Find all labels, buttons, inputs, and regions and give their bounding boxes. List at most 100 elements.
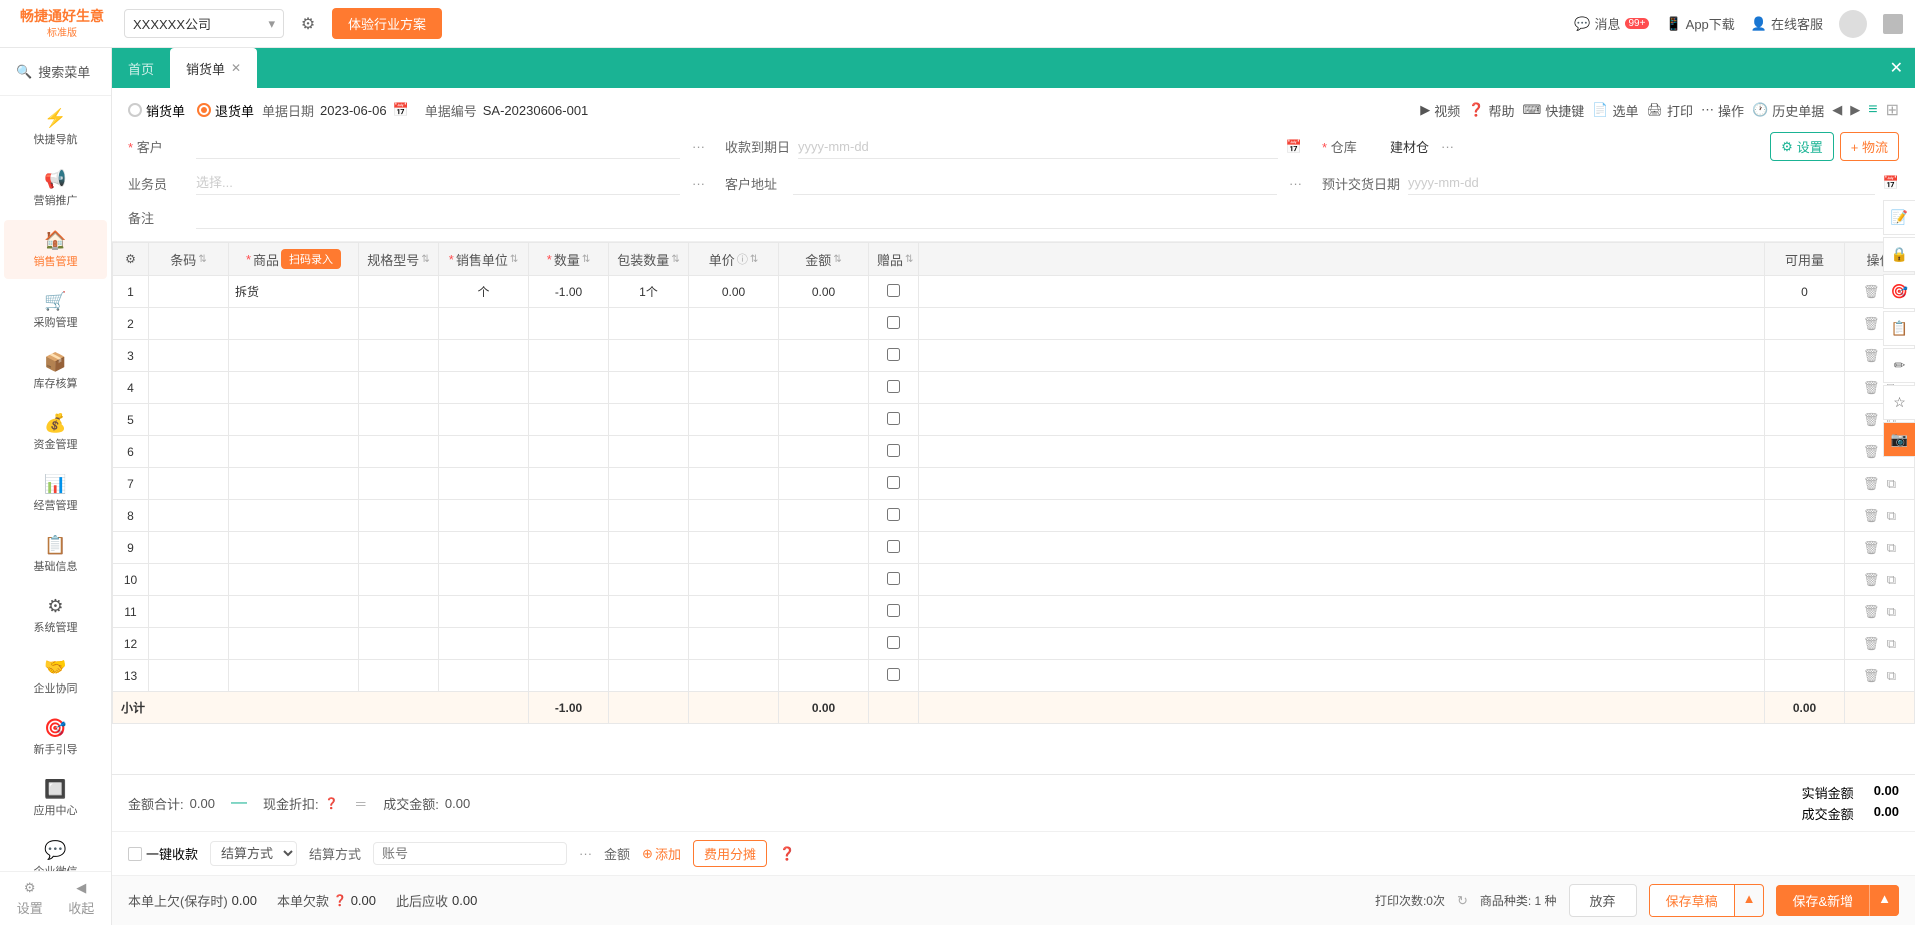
- cell-spec[interactable]: [359, 500, 439, 532]
- cell-pkg[interactable]: [609, 404, 689, 436]
- cell-pkg[interactable]: [609, 532, 689, 564]
- delete-icon[interactable]: 🗑: [1863, 348, 1880, 363]
- cell-price[interactable]: [689, 500, 779, 532]
- cell-price[interactable]: [689, 372, 779, 404]
- cell-memo[interactable]: [919, 596, 1765, 628]
- cell-memo[interactable]: [919, 532, 1765, 564]
- cell-unit[interactable]: [439, 468, 529, 500]
- cell-product[interactable]: [229, 532, 359, 564]
- cell-action[interactable]: 🗑 ⧉: [1845, 660, 1915, 692]
- cell-unit[interactable]: [439, 436, 529, 468]
- cell-gift[interactable]: [869, 276, 919, 308]
- delete-icon[interactable]: 🗑: [1863, 444, 1880, 459]
- cell-pkg[interactable]: [609, 340, 689, 372]
- cell-qty[interactable]: -1.00: [529, 276, 609, 308]
- cell-pkg[interactable]: [609, 468, 689, 500]
- cell-spec[interactable]: [359, 372, 439, 404]
- cell-unit[interactable]: [439, 372, 529, 404]
- add-button[interactable]: ⊕ 添加: [642, 844, 681, 863]
- save-new-button[interactable]: 保存&新增: [1776, 885, 1870, 916]
- setting-button[interactable]: ⚙ 设置: [1770, 132, 1834, 161]
- salesperson-more-icon[interactable]: ···: [692, 176, 705, 191]
- cell-qty[interactable]: [529, 596, 609, 628]
- cell-spec[interactable]: [359, 404, 439, 436]
- history-btn[interactable]: 🕐 历史单据: [1752, 101, 1824, 120]
- gift-checkbox[interactable]: [887, 412, 900, 425]
- sidebar-item-inventory[interactable]: 📦 库存核算: [4, 342, 107, 401]
- copy-icon[interactable]: ⧉: [1887, 476, 1896, 491]
- cell-amount[interactable]: [779, 660, 869, 692]
- delete-icon[interactable]: 🗑: [1863, 636, 1880, 651]
- th-unit[interactable]: * 销售单位⇅: [439, 243, 529, 276]
- cell-qty[interactable]: [529, 340, 609, 372]
- cell-gift[interactable]: [869, 500, 919, 532]
- discard-button[interactable]: 放弃: [1569, 884, 1637, 917]
- view-list-icon[interactable]: ≡: [1868, 101, 1877, 119]
- copy-icon[interactable]: ⧉: [1887, 572, 1896, 587]
- cell-price[interactable]: [689, 404, 779, 436]
- cell-price[interactable]: [689, 596, 779, 628]
- scan-button[interactable]: 扫码录入: [281, 249, 341, 269]
- warehouse-more-icon[interactable]: ···: [1441, 139, 1454, 154]
- addr-more-icon[interactable]: ···: [1289, 176, 1302, 191]
- th-barcode[interactable]: 条码⇅: [149, 243, 229, 276]
- sidebar-search-button[interactable]: 🔍 搜索菜单: [8, 56, 103, 87]
- delete-icon[interactable]: 🗑: [1863, 572, 1880, 587]
- cell-gift[interactable]: [869, 564, 919, 596]
- cell-amount[interactable]: [779, 308, 869, 340]
- cell-unit[interactable]: [439, 404, 529, 436]
- th-gift[interactable]: 赠品⇅: [869, 243, 919, 276]
- cell-unit[interactable]: [439, 564, 529, 596]
- cell-barcode[interactable]: [149, 340, 229, 372]
- cell-qty[interactable]: [529, 404, 609, 436]
- gift-checkbox[interactable]: [887, 380, 900, 393]
- sidebar-item-system[interactable]: ⚙ 系统管理: [4, 586, 107, 645]
- th-price[interactable]: 单价ⓘ⇅: [689, 243, 779, 276]
- gift-checkbox[interactable]: [887, 348, 900, 361]
- customer-addr-input[interactable]: [793, 171, 1277, 195]
- cell-barcode[interactable]: [149, 404, 229, 436]
- cell-memo[interactable]: [919, 404, 1765, 436]
- tab-sales-order[interactable]: 销货单 ✕: [170, 48, 257, 88]
- payment-due-input[interactable]: [798, 135, 1278, 159]
- company-selector[interactable]: XXXXXX公司 ▾: [124, 9, 284, 38]
- sidebar-item-guide[interactable]: 🎯 新手引导: [4, 708, 107, 767]
- cell-product[interactable]: [229, 372, 359, 404]
- cell-price[interactable]: [689, 628, 779, 660]
- nav-prev-icon[interactable]: ◀: [1832, 102, 1842, 118]
- expected-cal-icon[interactable]: 📅: [1883, 175, 1899, 191]
- cell-qty[interactable]: [529, 436, 609, 468]
- cell-amount[interactable]: [779, 436, 869, 468]
- cell-barcode[interactable]: [149, 308, 229, 340]
- cell-amount[interactable]: [779, 468, 869, 500]
- account-dots-icon[interactable]: ···: [579, 846, 592, 861]
- action-btn[interactable]: ⋯ 操作: [1701, 101, 1744, 120]
- cell-gift[interactable]: [869, 532, 919, 564]
- delete-icon[interactable]: 🗑: [1863, 508, 1880, 523]
- sidebar-item-marketing[interactable]: 📢 营销推广: [4, 159, 107, 218]
- cell-barcode[interactable]: [149, 628, 229, 660]
- online-service-button[interactable]: 👤 在线客服: [1751, 14, 1823, 33]
- cell-barcode[interactable]: [149, 372, 229, 404]
- cell-qty[interactable]: [529, 468, 609, 500]
- save-new-arrow-icon[interactable]: ▲: [1870, 885, 1899, 916]
- th-amount[interactable]: 金额⇅: [779, 243, 869, 276]
- cell-amount[interactable]: [779, 372, 869, 404]
- copy-icon[interactable]: ⧉: [1887, 540, 1896, 555]
- delete-icon[interactable]: 🗑: [1863, 668, 1880, 683]
- gift-checkbox[interactable]: [887, 604, 900, 617]
- cell-spec[interactable]: [359, 596, 439, 628]
- cell-unit[interactable]: [439, 340, 529, 372]
- cell-product[interactable]: [229, 468, 359, 500]
- cell-spec[interactable]: [359, 564, 439, 596]
- cell-gift[interactable]: [869, 340, 919, 372]
- gift-checkbox[interactable]: [887, 316, 900, 329]
- sidebar-item-quick-nav[interactable]: ⚡ 快捷导航: [4, 98, 107, 157]
- cell-gift[interactable]: [869, 404, 919, 436]
- cell-barcode[interactable]: [149, 564, 229, 596]
- cell-unit[interactable]: 个: [439, 276, 529, 308]
- th-pkg[interactable]: 包装数量⇅: [609, 243, 689, 276]
- float-btn-5[interactable]: ✏: [1883, 348, 1915, 383]
- flow-button[interactable]: + 物流: [1840, 132, 1899, 161]
- copy-icon[interactable]: ⧉: [1887, 508, 1896, 523]
